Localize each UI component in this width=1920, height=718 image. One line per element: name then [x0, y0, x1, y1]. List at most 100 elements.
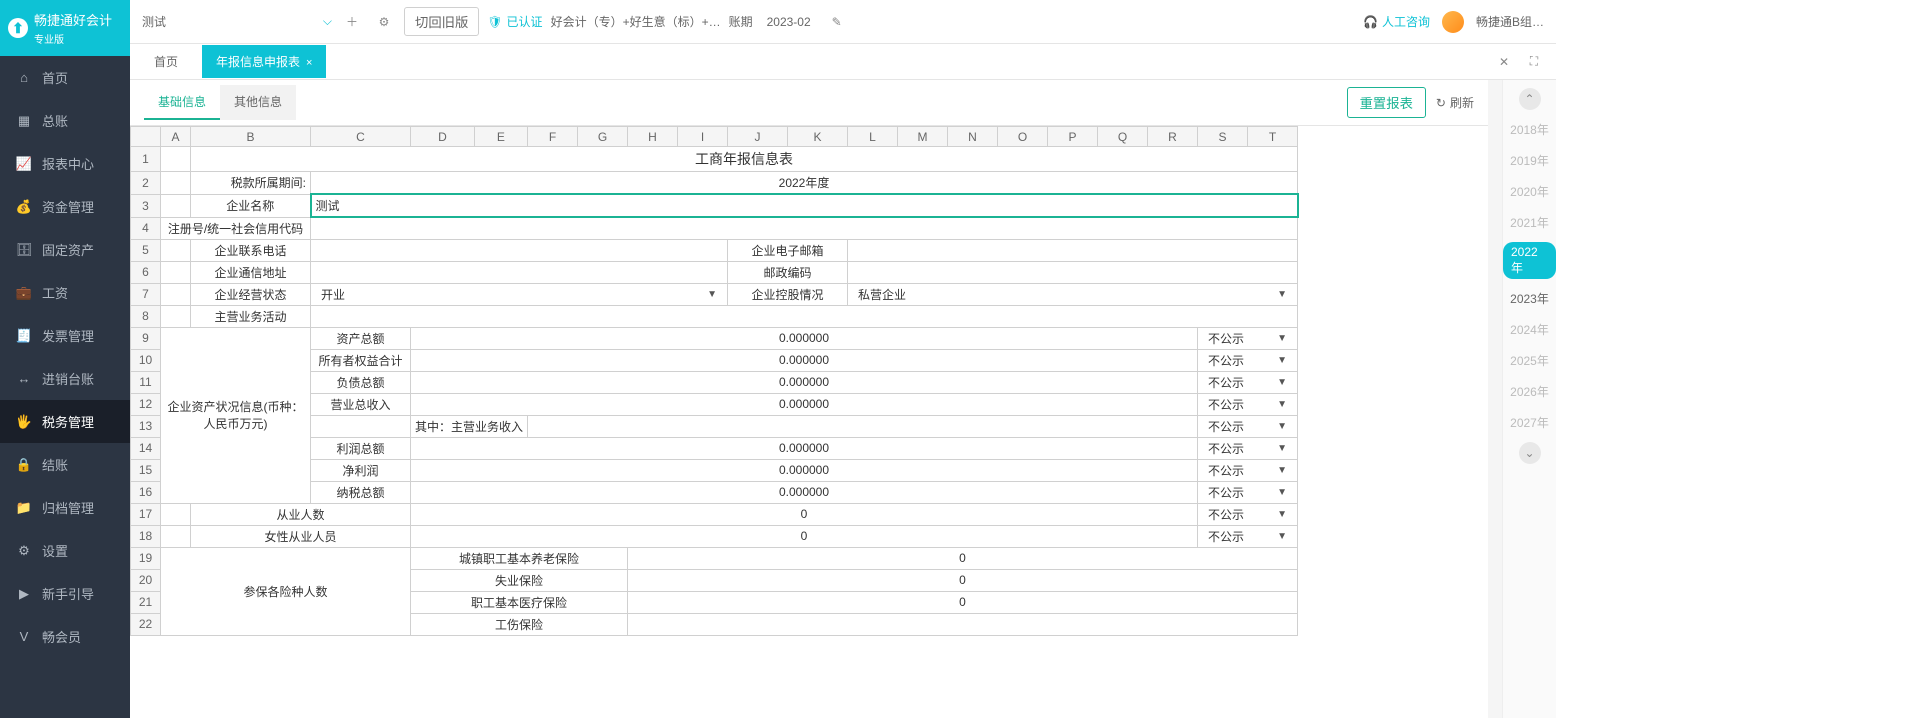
tab-年报信息申报表[interactable]: 年报信息申报表× — [202, 45, 326, 78]
visibility-select[interactable]: 不公示▼ — [1198, 393, 1298, 415]
row-header[interactable]: 14 — [131, 437, 161, 459]
insurance-value[interactable] — [628, 613, 1298, 635]
row-header[interactable]: 4 — [131, 217, 161, 239]
year-item[interactable]: 2023年 — [1510, 287, 1549, 310]
col-header[interactable]: L — [848, 127, 898, 147]
company-select[interactable]: 测试 ⌵ — [142, 13, 332, 30]
subtab-其他信息[interactable]: 其他信息 — [220, 85, 296, 120]
refresh-link[interactable]: ↻刷新 — [1436, 94, 1474, 111]
sidebar-item-salary[interactable]: 💼工资 — [0, 271, 130, 314]
zip-input[interactable] — [848, 261, 1298, 283]
metric-value[interactable]: 0.000000 — [411, 327, 1198, 349]
row-header[interactable]: 15 — [131, 459, 161, 481]
tax-period-label[interactable]: 税款所属期间: — [191, 172, 311, 195]
row-header[interactable]: 17 — [131, 503, 161, 525]
insurance-value[interactable]: 0 — [628, 547, 1298, 569]
year-item[interactable]: 2019年 — [1510, 149, 1549, 172]
year-item[interactable]: 2027年 — [1510, 411, 1549, 434]
phone-label[interactable]: 企业联系电话 — [191, 239, 311, 261]
sidebar-item-tax[interactable]: 🖐税务管理 — [0, 400, 130, 443]
sidebar-item-invoice[interactable]: 🧾发票管理 — [0, 314, 130, 357]
visibility-select[interactable]: 不公示▼ — [1198, 327, 1298, 349]
row-header[interactable]: 22 — [131, 613, 161, 635]
row-header[interactable]: 8 — [131, 305, 161, 327]
insurance-value[interactable]: 0 — [628, 569, 1298, 591]
col-header[interactable]: K — [788, 127, 848, 147]
sidebar-item-inout[interactable]: ↔进销台账 — [0, 357, 130, 400]
mainbiz-label[interactable]: 主营业务活动 — [191, 305, 311, 327]
sheet-title[interactable]: 工商年报信息表 — [191, 147, 1298, 172]
col-header[interactable]: T — [1248, 127, 1298, 147]
year-item[interactable]: 2018年 — [1510, 118, 1549, 141]
visibility-select[interactable]: 不公示▼ — [1198, 525, 1298, 547]
holding-label[interactable]: 企业控股情况 — [728, 283, 848, 305]
row-header[interactable]: 1 — [131, 147, 161, 172]
year-item[interactable]: 2021年 — [1510, 211, 1549, 234]
row-header[interactable]: 16 — [131, 481, 161, 503]
year-item[interactable]: 2025年 — [1510, 349, 1549, 372]
female-input[interactable]: 0 — [411, 525, 1198, 547]
sidebar-item-close[interactable]: 🔒结账 — [0, 443, 130, 486]
year-up-icon[interactable]: ⌃ — [1519, 88, 1541, 110]
female-label[interactable]: 女性从业人员 — [191, 525, 411, 547]
insurance-label[interactable]: 职工基本医疗保险 — [411, 591, 628, 613]
col-header[interactable]: M — [898, 127, 948, 147]
col-header[interactable]: A — [161, 127, 191, 147]
support-link[interactable]: 🎧人工咨询 — [1363, 13, 1430, 30]
col-header[interactable]: C — [311, 127, 411, 147]
sidebar-item-home[interactable]: ⌂首页 — [0, 56, 130, 99]
row-header[interactable]: 9 — [131, 327, 161, 349]
metric-value[interactable]: 0.000000 — [411, 437, 1198, 459]
col-header[interactable]: D — [411, 127, 475, 147]
visibility-select[interactable]: 不公示▼ — [1198, 437, 1298, 459]
row-header[interactable]: 21 — [131, 591, 161, 613]
row-header[interactable]: 18 — [131, 525, 161, 547]
status-select[interactable]: 开业▼ — [311, 283, 728, 305]
sidebar-item-ledger[interactable]: ▦总账 — [0, 99, 130, 142]
addr-label[interactable]: 企业通信地址 — [191, 261, 311, 283]
reset-button[interactable]: 重置报表 — [1347, 87, 1426, 118]
col-header[interactable]: E — [474, 127, 527, 147]
company-name-label[interactable]: 企业名称 — [191, 194, 311, 217]
sidebar-item-asset[interactable]: 🗄固定资产 — [0, 228, 130, 271]
col-header[interactable]: B — [191, 127, 311, 147]
col-header[interactable]: G — [578, 127, 628, 147]
insurance-value[interactable]: 0 — [628, 591, 1298, 613]
col-header[interactable]: Q — [1098, 127, 1148, 147]
metric-value[interactable]: 0.000000 — [411, 349, 1198, 371]
col-header[interactable]: S — [1198, 127, 1248, 147]
expand-icon[interactable]: ⛶ — [1522, 50, 1546, 74]
avatar[interactable] — [1442, 11, 1464, 33]
metric-value[interactable]: 0.000000 — [411, 459, 1198, 481]
metric-label[interactable]: 纳税总额 — [311, 481, 411, 503]
col-header[interactable]: F — [528, 127, 578, 147]
phone-input[interactable] — [311, 239, 728, 261]
corner-cell[interactable] — [131, 127, 161, 147]
metric-value[interactable]: 0.000000 — [411, 481, 1198, 503]
switch-old-button[interactable]: 切回旧版 — [404, 7, 479, 36]
row-header[interactable]: 3 — [131, 194, 161, 217]
certified-badge[interactable]: 🛡已认证 — [487, 13, 542, 30]
col-header[interactable]: P — [1048, 127, 1098, 147]
col-header[interactable]: J — [728, 127, 788, 147]
metric-label[interactable]: 利润总额 — [311, 437, 411, 459]
row-header[interactable]: 11 — [131, 371, 161, 393]
sidebar-item-vip[interactable]: V畅会员 — [0, 615, 130, 658]
row-header[interactable]: 13 — [131, 415, 161, 437]
visibility-select[interactable]: 不公示▼ — [1198, 503, 1298, 525]
addr-input[interactable] — [311, 261, 728, 283]
visibility-select[interactable]: 不公示▼ — [1198, 459, 1298, 481]
metric-value[interactable] — [528, 415, 1198, 437]
row-header[interactable]: 5 — [131, 239, 161, 261]
col-header[interactable]: R — [1148, 127, 1198, 147]
insurance-label[interactable]: 工伤保险 — [411, 613, 628, 635]
subtab-基础信息[interactable]: 基础信息 — [144, 85, 220, 120]
user-name[interactable]: 畅捷通B组… — [1476, 13, 1544, 30]
sidebar-item-chart[interactable]: 📈报表中心 — [0, 142, 130, 185]
year-item[interactable]: 2026年 — [1510, 380, 1549, 403]
metric-label[interactable]: 其中：主营业务收入 — [411, 415, 528, 437]
row-header[interactable]: 20 — [131, 569, 161, 591]
edit-icon[interactable]: ✎ — [825, 10, 849, 34]
sidebar-item-settings[interactable]: ⚙设置 — [0, 529, 130, 572]
reg-label[interactable]: 注册号/统一社会信用代码 — [161, 217, 311, 239]
